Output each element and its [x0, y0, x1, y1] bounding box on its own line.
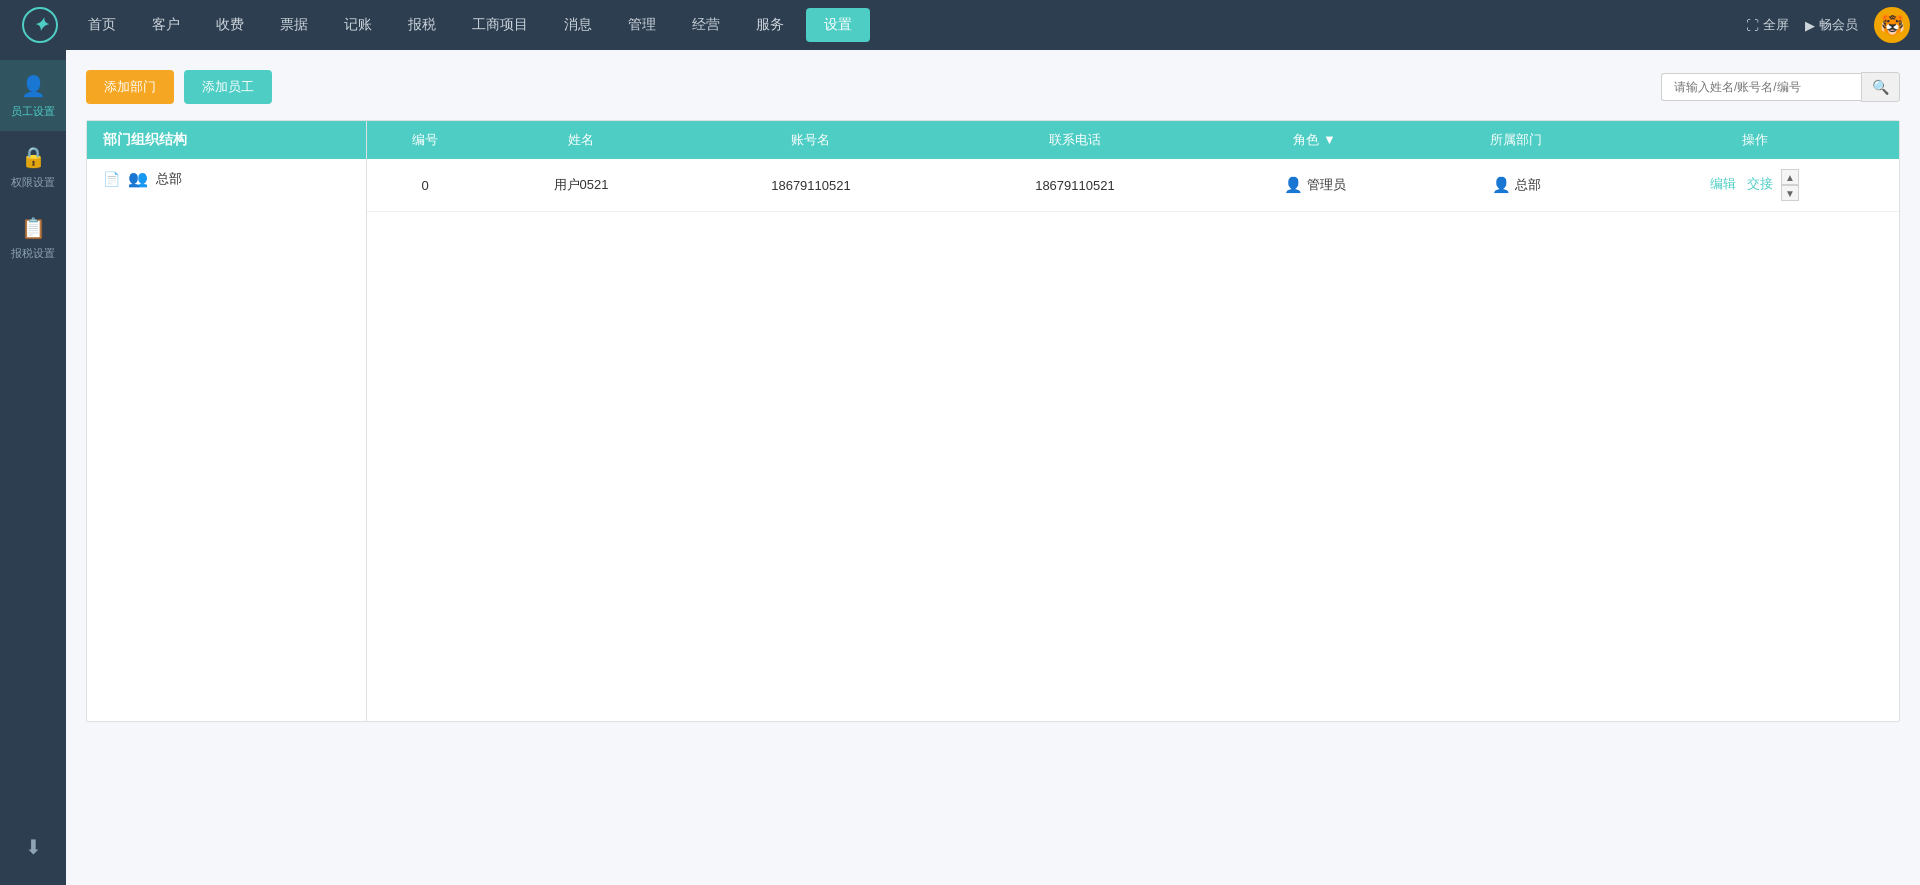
edit-link[interactable]: 编辑 — [1710, 176, 1736, 191]
member-label: 畅会员 — [1819, 16, 1858, 34]
role-label: 管理员 — [1307, 176, 1346, 194]
col-dept: 所属部门 — [1422, 121, 1610, 159]
role-user-icon: 👤 — [1284, 176, 1303, 194]
app-logo: ✦ — [10, 7, 70, 43]
nav-item-service[interactable]: 服务 — [738, 0, 802, 50]
cell-action: 编辑 交接 ▲ ▼ — [1610, 159, 1899, 212]
cell-dept: 👤 总部 — [1422, 159, 1610, 212]
org-panel-header: 部门组织结构 — [87, 121, 366, 159]
table-row: 0 用户0521 18679110521 18679110521 👤 管理员 — [367, 159, 1899, 212]
sidebar-label-tax: 报税设置 — [11, 246, 55, 261]
sidebar-label-permission: 权限设置 — [11, 175, 55, 190]
cell-role: 👤 管理员 — [1207, 159, 1423, 212]
employee-panel: 编号 姓名 账号名 联系电话 角色 ▼ 所属部门 操作 0 用户0521 186… — [367, 121, 1899, 721]
search-icon: 🔍 — [1872, 79, 1889, 95]
user-group-icon: 👥 — [128, 169, 148, 188]
nav-item-operation[interactable]: 经营 — [674, 0, 738, 50]
nav-item-business[interactable]: 工商项目 — [454, 0, 546, 50]
sidebar-download-button[interactable]: ⬇ — [0, 821, 66, 873]
avatar[interactable]: 🐯 — [1874, 7, 1910, 43]
fullscreen-label: 全屏 — [1763, 16, 1789, 34]
nav-right: ⛶ 全屏 ▶ 畅会员 🐯 — [1746, 7, 1910, 43]
sidebar-bottom: ⬇ — [0, 821, 66, 885]
role-badge: 👤 管理员 — [1284, 176, 1346, 194]
employee-icon: 👤 — [19, 72, 47, 100]
nav-item-collection[interactable]: 收费 — [198, 0, 262, 50]
add-employee-button[interactable]: 添加员工 — [184, 70, 272, 104]
col-action: 操作 — [1610, 121, 1899, 159]
sidebar-label-employee: 员工设置 — [11, 104, 55, 119]
sidebar-item-employee-settings[interactable]: 👤 员工设置 — [0, 60, 66, 131]
col-account: 账号名 — [679, 121, 943, 159]
content-area: 部门组织结构 📄 👥 总部 编号 姓名 账号名 联系电话 角色 ▼ 所属部门 — [86, 120, 1900, 722]
scroll-up-button[interactable]: ▲ — [1781, 169, 1799, 185]
logo-icon: ✦ — [22, 7, 58, 43]
folder-icon: 📄 — [103, 171, 120, 187]
sidebar-item-tax-settings[interactable]: 📋 报税设置 — [0, 202, 66, 273]
search-button[interactable]: 🔍 — [1861, 72, 1900, 102]
nav-item-invoice[interactable]: 票据 — [262, 0, 326, 50]
org-panel: 部门组织结构 📄 👥 总部 — [87, 121, 367, 721]
lock-icon: 🔒 — [19, 143, 47, 171]
col-phone: 联系电话 — [943, 121, 1207, 159]
nav-item-tax[interactable]: 报税 — [390, 0, 454, 50]
top-navigation: ✦ 首页 客户 收费 票据 记账 报税 工商项目 消息 管理 经营 服务 设置 … — [0, 0, 1920, 50]
nav-item-settings[interactable]: 设置 — [806, 8, 870, 42]
toolbar: 添加部门 添加员工 🔍 — [86, 70, 1900, 104]
sidebar-item-permission-settings[interactable]: 🔒 权限设置 — [0, 131, 66, 202]
cell-name: 用户0521 — [483, 159, 679, 212]
nav-item-accounting[interactable]: 记账 — [326, 0, 390, 50]
table-header: 编号 姓名 账号名 联系电话 角色 ▼ 所属部门 操作 — [367, 121, 1899, 159]
download-icon: ⬇ — [19, 833, 47, 861]
fullscreen-icon: ⛶ — [1746, 18, 1759, 33]
main-content: 添加部门 添加员工 🔍 部门组织结构 📄 👥 总部 编号 — [66, 50, 1920, 885]
scroll-down-button[interactable]: ▼ — [1781, 185, 1799, 201]
transfer-link[interactable]: 交接 — [1747, 176, 1773, 191]
tax-icon: 📋 — [19, 214, 47, 242]
table-body: 0 用户0521 18679110521 18679110521 👤 管理员 — [367, 159, 1899, 212]
org-tree-item-head[interactable]: 📄 👥 总部 — [87, 159, 366, 198]
nav-item-customer[interactable]: 客户 — [134, 0, 198, 50]
dept-user-icon: 👤 — [1492, 176, 1511, 194]
fullscreen-button[interactable]: ⛶ 全屏 — [1746, 16, 1789, 34]
org-item-label: 总部 — [156, 170, 182, 188]
nav-item-message[interactable]: 消息 — [546, 0, 610, 50]
cell-account: 18679110521 — [679, 159, 943, 212]
nav-item-home[interactable]: 首页 — [70, 0, 134, 50]
dept-label: 总部 — [1515, 176, 1541, 194]
cell-number: 0 — [367, 159, 483, 212]
member-icon: ▶ — [1805, 18, 1815, 33]
col-role[interactable]: 角色 ▼ — [1207, 121, 1423, 159]
search-container: 🔍 — [1661, 72, 1900, 102]
search-input[interactable] — [1661, 73, 1861, 101]
col-number: 编号 — [367, 121, 483, 159]
nav-items: 首页 客户 收费 票据 记账 报税 工商项目 消息 管理 经营 服务 设置 — [70, 0, 1746, 50]
cell-phone: 18679110521 — [943, 159, 1207, 212]
employee-table: 编号 姓名 账号名 联系电话 角色 ▼ 所属部门 操作 0 用户0521 186… — [367, 121, 1899, 212]
scroll-controls: ▲ ▼ — [1781, 169, 1799, 201]
member-button[interactable]: ▶ 畅会员 — [1805, 16, 1858, 34]
add-dept-button[interactable]: 添加部门 — [86, 70, 174, 104]
col-name: 姓名 — [483, 121, 679, 159]
nav-item-management[interactable]: 管理 — [610, 0, 674, 50]
sidebar: 👤 员工设置 🔒 权限设置 📋 报税设置 ⬇ — [0, 50, 66, 885]
dept-badge: 👤 总部 — [1492, 176, 1541, 194]
